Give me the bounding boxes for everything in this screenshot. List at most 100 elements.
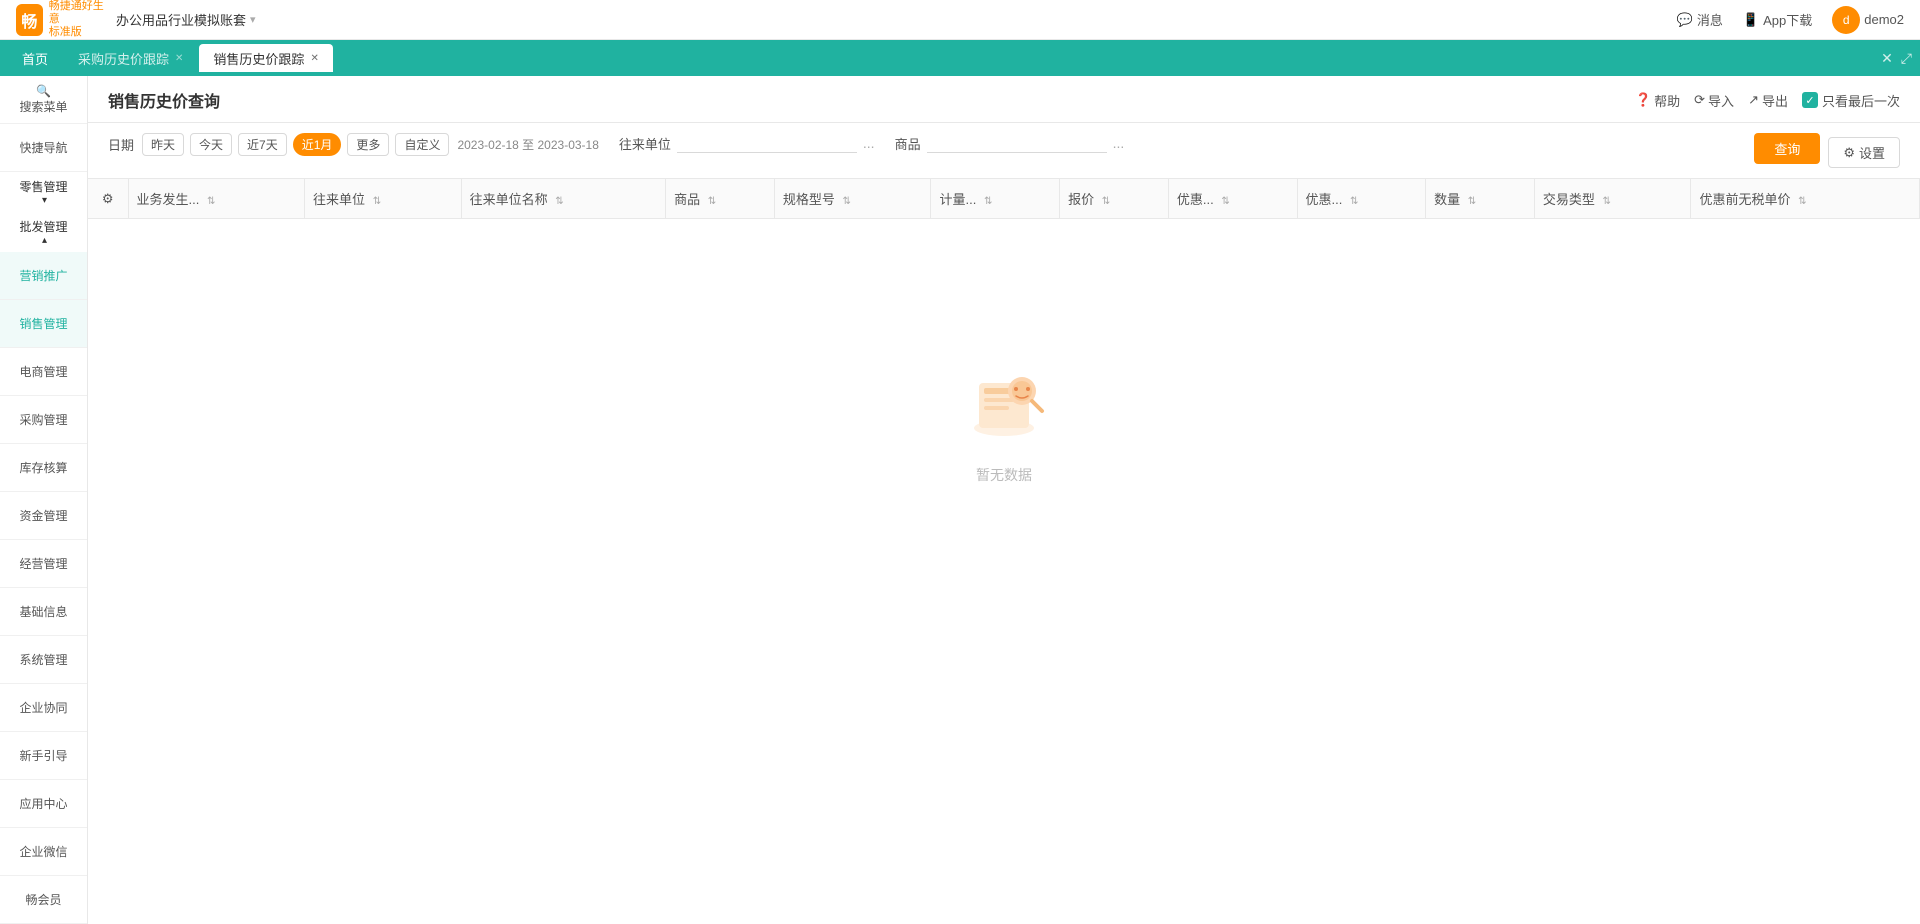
date-filter-buttons: 昨天 今天 近7天 近1月 更多 自定义 bbox=[142, 133, 449, 156]
table-col-discount2[interactable]: 优惠... ⇅ bbox=[1297, 179, 1426, 219]
sidebar-item-basic-info[interactable]: 基础信息 bbox=[0, 588, 87, 636]
table-col-spec[interactable]: 规格型号 ⇅ bbox=[774, 179, 931, 219]
goods-input[interactable] bbox=[927, 133, 1107, 153]
sort-icon: ⇅ bbox=[1468, 196, 1476, 207]
table-col-settings[interactable]: ⚙ bbox=[88, 179, 128, 219]
table-col-biz-date[interactable]: 业务发生... ⇅ bbox=[128, 179, 305, 219]
only-last-label: 只看最后一次 bbox=[1822, 91, 1900, 110]
sidebar-item-marketing-label: 营销推广 bbox=[19, 269, 67, 285]
table-col-trade-type[interactable]: 交易类型 ⇅ bbox=[1534, 179, 1691, 219]
goods-dots[interactable]: ... bbox=[1113, 135, 1125, 151]
table-col-quantity[interactable]: 数量 ⇅ bbox=[1426, 179, 1535, 219]
sidebar-item-corp-wechat[interactable]: 企业微信 bbox=[0, 828, 87, 876]
chevron-down-icon: ▾ bbox=[42, 195, 47, 206]
empty-state: 暂无数据 bbox=[88, 219, 1920, 619]
sidebar-item-search[interactable]: 🔍 搜索菜单 bbox=[0, 76, 87, 124]
sort-icon: ⇅ bbox=[843, 196, 851, 207]
table-col-discount1[interactable]: 优惠... ⇅ bbox=[1168, 179, 1297, 219]
table-col-partner-name[interactable]: 往来单位名称 ⇅ bbox=[461, 179, 665, 219]
avatar: d bbox=[1832, 6, 1860, 34]
sidebar-item-sales[interactable]: 销售管理 bbox=[0, 300, 87, 348]
date-btn-yesterday[interactable]: 昨天 bbox=[142, 133, 184, 156]
export-icon: ↗ bbox=[1748, 92, 1759, 108]
main-layout: 🔍 搜索菜单 快捷导航 零售管理 ▾ 批发管理 ▴ 营销推广 销售管理 电商管理… bbox=[0, 76, 1920, 924]
message-btn[interactable]: 💬 消息 bbox=[1677, 10, 1723, 29]
column-settings-icon[interactable]: ⚙ bbox=[102, 191, 114, 206]
query-button[interactable]: 查询 bbox=[1754, 133, 1820, 164]
date-btn-today[interactable]: 今天 bbox=[190, 133, 232, 156]
sidebar-item-vip-label: 畅会员 bbox=[25, 893, 61, 909]
company-dropdown[interactable]: 办公用品行业模拟账套 ▾ bbox=[104, 10, 1677, 29]
user-menu[interactable]: d demo2 bbox=[1832, 6, 1904, 34]
sidebar-item-purchase[interactable]: 采购管理 bbox=[0, 396, 87, 444]
sort-icon: ⇅ bbox=[1102, 196, 1110, 207]
empty-illustration bbox=[954, 353, 1054, 453]
import-btn[interactable]: ⟳ 导入 bbox=[1694, 91, 1734, 110]
partner-label: 往来单位 bbox=[619, 134, 671, 153]
page-header-actions: ❓ 帮助 ⟳ 导入 ↗ 导出 ✓ 只看最后一次 bbox=[1635, 91, 1900, 120]
sidebar-item-operation-label: 经营管理 bbox=[19, 557, 67, 573]
logo-icon: 畅 bbox=[16, 4, 43, 36]
tab-purchase-history[interactable]: 采购历史价跟踪 ✕ bbox=[64, 44, 197, 72]
sidebar-item-enterprise-label: 企业协同 bbox=[19, 701, 67, 717]
sidebar-item-system-label: 系统管理 bbox=[19, 653, 67, 669]
sort-icon: ⇅ bbox=[1798, 196, 1806, 207]
table-col-partner-code[interactable]: 往来单位 ⇅ bbox=[305, 179, 462, 219]
sidebar-item-sales-label: 销售管理 bbox=[19, 317, 67, 333]
sidebar: 🔍 搜索菜单 快捷导航 零售管理 ▾ 批发管理 ▴ 营销推广 销售管理 电商管理… bbox=[0, 76, 88, 924]
only-last-toggle[interactable]: ✓ 只看最后一次 bbox=[1802, 91, 1900, 110]
tab-purchase-close[interactable]: ✕ bbox=[175, 53, 183, 64]
tab-home[interactable]: 首页 bbox=[8, 44, 62, 72]
only-last-checkbox[interactable]: ✓ bbox=[1802, 92, 1818, 108]
table-col-quote[interactable]: 报价 ⇅ bbox=[1060, 179, 1169, 219]
sidebar-item-guide-label: 新手引导 bbox=[19, 749, 67, 765]
sort-icon: ⇅ bbox=[984, 196, 992, 207]
sidebar-item-quick-nav[interactable]: 快捷导航 bbox=[0, 124, 87, 172]
table-col-pretax-price[interactable]: 优惠前无税单价 ⇅ bbox=[1691, 179, 1920, 219]
sidebar-item-system[interactable]: 系统管理 bbox=[0, 636, 87, 684]
export-btn[interactable]: ↗ 导出 bbox=[1748, 91, 1788, 110]
sidebar-item-purchase-label: 采购管理 bbox=[19, 413, 67, 429]
sidebar-item-retail[interactable]: 零售管理 ▾ bbox=[0, 172, 87, 212]
table-container: ⚙ 业务发生... ⇅ 往来单位 ⇅ 往来单位名称 ⇅ bbox=[88, 179, 1920, 924]
sidebar-item-vip[interactable]: 畅会员 bbox=[0, 876, 87, 924]
sidebar-item-inventory-label: 库存核算 bbox=[19, 461, 67, 477]
sidebar-item-finance[interactable]: 资金管理 bbox=[0, 492, 87, 540]
sidebar-item-inventory[interactable]: 库存核算 bbox=[0, 444, 87, 492]
tabbar: 首页 采购历史价跟踪 ✕ 销售历史价跟踪 ✕ ✕ ⤢ bbox=[0, 40, 1920, 76]
date-btn-1month[interactable]: 近1月 bbox=[293, 133, 342, 156]
partner-dots[interactable]: ... bbox=[863, 135, 875, 151]
close-all-icon[interactable]: ✕ bbox=[1881, 50, 1893, 67]
help-btn[interactable]: ❓ 帮助 bbox=[1635, 91, 1680, 110]
date-btn-more[interactable]: 更多 bbox=[347, 133, 389, 156]
tab-sales-history[interactable]: 销售历史价跟踪 ✕ bbox=[199, 44, 332, 72]
settings-button[interactable]: ⚙ 设置 bbox=[1828, 137, 1900, 168]
table-col-goods[interactable]: 商品 ⇅ bbox=[666, 179, 775, 219]
app-download-btn[interactable]: 📱 App下载 bbox=[1743, 10, 1812, 29]
partner-input[interactable] bbox=[677, 133, 857, 153]
sidebar-item-app-center[interactable]: 应用中心 bbox=[0, 780, 87, 828]
sidebar-item-marketing[interactable]: 营销推广 bbox=[0, 252, 87, 300]
sidebar-item-guide[interactable]: 新手引导 bbox=[0, 732, 87, 780]
sidebar-item-wholesale[interactable]: 批发管理 ▴ bbox=[0, 212, 87, 252]
table-col-unit[interactable]: 计量... ⇅ bbox=[931, 179, 1060, 219]
topbar: 畅 畅捷通好生意 标准版 办公用品行业模拟账套 ▾ 💬 消息 📱 App下载 d… bbox=[0, 0, 1920, 40]
date-filter-group: 日期 昨天 今天 近7天 近1月 更多 自定义 2023-02-18 至 202… bbox=[108, 133, 599, 156]
sidebar-item-enterprise[interactable]: 企业协同 bbox=[0, 684, 87, 732]
sort-icon: ⇅ bbox=[555, 196, 563, 207]
date-btn-7days[interactable]: 近7天 bbox=[238, 133, 287, 156]
page-header: 销售历史价查询 ❓ 帮助 ⟳ 导入 ↗ 导出 ✓ 只看最后一次 bbox=[88, 76, 1920, 123]
sort-icon: ⇅ bbox=[207, 196, 215, 207]
tab-sales-close[interactable]: ✕ bbox=[310, 53, 318, 64]
filter-bar: 日期 昨天 今天 近7天 近1月 更多 自定义 2023-02-18 至 202… bbox=[88, 123, 1920, 179]
sidebar-item-ecommerce[interactable]: 电商管理 bbox=[0, 348, 87, 396]
sort-icon: ⇅ bbox=[708, 196, 716, 207]
sidebar-item-operation[interactable]: 经营管理 bbox=[0, 540, 87, 588]
sidebar-item-wholesale-label: 批发管理 bbox=[19, 218, 67, 235]
maximize-icon[interactable]: ⤢ bbox=[1901, 50, 1912, 67]
chevron-up-icon: ▴ bbox=[42, 235, 47, 246]
empty-text: 暂无数据 bbox=[976, 465, 1032, 485]
date-btn-custom[interactable]: 自定义 bbox=[395, 133, 449, 156]
chevron-down-icon: ▾ bbox=[250, 13, 256, 26]
sidebar-item-basic-info-label: 基础信息 bbox=[19, 605, 67, 621]
